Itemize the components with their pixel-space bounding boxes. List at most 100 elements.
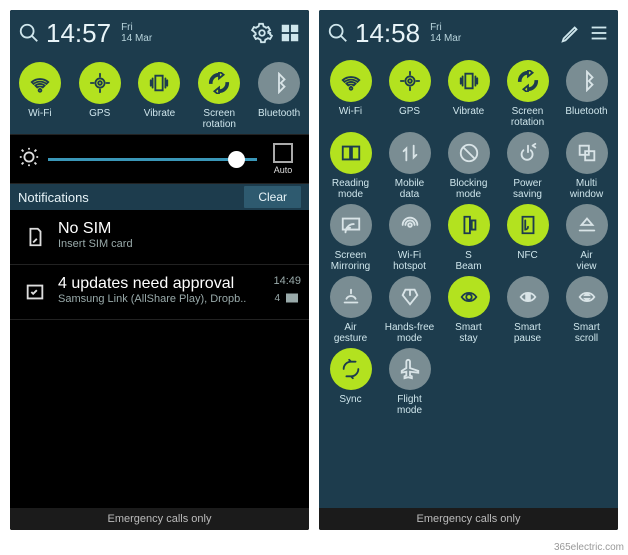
toggle-airview[interactable]: Airview (557, 204, 616, 272)
toggle-smartscroll[interactable]: Smartscroll (557, 276, 616, 344)
notification-item[interactable]: No SIM Insert SIM card (10, 210, 309, 265)
toggle-rotate[interactable]: Screenrotation (190, 62, 248, 130)
toggle-reading[interactable]: Readingmode (321, 132, 380, 200)
toggle-sbeam[interactable]: SBeam (439, 204, 498, 272)
quick-toggle-grid: Wi-Fi GPS Vibrate Screenrotation Bluetoo… (319, 56, 618, 420)
gear-icon[interactable] (251, 22, 273, 44)
gps-icon[interactable] (79, 62, 121, 104)
gps-icon[interactable] (389, 60, 431, 102)
vibrate-icon[interactable] (138, 62, 180, 104)
notification-subtitle: Samsung Link (AllShare Play), Dropb.. (58, 293, 273, 305)
toggle-flight[interactable]: Flightmode (380, 348, 439, 416)
toggle-smartstay[interactable]: Smartstay (439, 276, 498, 344)
airview-icon[interactable] (566, 204, 608, 246)
notification-panel-expanded: 14:58 Fri14 Mar Wi-Fi GPS Vibrate Screen… (319, 10, 618, 530)
mirroring-icon[interactable] (330, 204, 372, 246)
toggle-label: Readingmode (332, 178, 369, 200)
toggle-label: ScreenMirroring (331, 250, 370, 272)
toggle-label: Bluetooth (565, 106, 607, 128)
toggle-label: Wi-Fi (339, 106, 362, 128)
toggle-label: Blockingmode (450, 178, 488, 200)
sync-icon[interactable] (330, 348, 372, 390)
reading-icon[interactable] (330, 132, 372, 174)
clock-date: Fri14 Mar (121, 22, 152, 44)
blocking-icon[interactable] (448, 132, 490, 174)
handsfree-icon[interactable] (389, 276, 431, 318)
toggle-mirroring[interactable]: ScreenMirroring (321, 204, 380, 272)
toggle-label: Smartscroll (573, 322, 600, 344)
notification-item[interactable]: 4 updates need approval Samsung Link (Al… (10, 265, 309, 320)
brightness-thumb[interactable] (228, 151, 245, 168)
toggle-label: Multiwindow (570, 178, 603, 200)
toggle-bluetooth[interactable]: Bluetooth (250, 62, 308, 130)
rotate-icon[interactable] (198, 62, 240, 104)
sim-icon (18, 220, 52, 254)
bluetooth-icon[interactable] (566, 60, 608, 102)
toggle-label: Vibrate (453, 106, 485, 128)
toggle-bluetooth[interactable]: Bluetooth (557, 60, 616, 128)
toggle-airgesture[interactable]: Airgesture (321, 276, 380, 344)
toggle-smartpause[interactable]: Smartpause (498, 276, 557, 344)
clock-time: 14:58 (355, 18, 420, 49)
quick-toggle-row: Wi-Fi GPS Vibrate Screenrotation Bluetoo… (10, 56, 309, 134)
toggle-label: Smartpause (514, 322, 541, 344)
updates-icon (18, 275, 52, 309)
wifi-icon[interactable] (19, 62, 61, 104)
nfc-icon[interactable] (507, 204, 549, 246)
wifi-icon[interactable] (330, 60, 372, 102)
footer-right: Emergency calls only (319, 508, 618, 530)
multiwindow-icon[interactable] (566, 132, 608, 174)
toggle-label: Wi-Fi (28, 108, 51, 130)
search-icon[interactable] (18, 22, 40, 44)
notification-title: No SIM (58, 220, 301, 238)
smartscroll-icon[interactable] (566, 276, 608, 318)
more-icon[interactable] (588, 22, 610, 44)
smartpause-icon[interactable] (507, 276, 549, 318)
toggle-wifi[interactable]: Wi-Fi (11, 62, 69, 130)
sbeam-icon[interactable] (448, 204, 490, 246)
notification-subtitle: Insert SIM card (58, 238, 301, 250)
auto-brightness-checkbox[interactable] (273, 143, 293, 163)
toggle-label: NFC (517, 250, 538, 272)
notifications-title: Notifications (18, 190, 244, 205)
notification-panel-collapsed: 14:57 Fri14 Mar Wi-Fi GPS Vibrate Screen… (10, 10, 309, 530)
toggle-nfc[interactable]: NFC (498, 204, 557, 272)
toggle-label: SBeam (455, 250, 481, 272)
toggle-wifi[interactable]: Wi-Fi (321, 60, 380, 128)
pencil-icon[interactable] (560, 22, 582, 44)
rotate-icon[interactable] (507, 60, 549, 102)
brightness-slider[interactable] (48, 158, 257, 161)
clear-button[interactable]: Clear (244, 186, 301, 208)
toggle-label: Screenrotation (203, 108, 236, 130)
toggle-vibrate[interactable]: Vibrate (130, 62, 188, 130)
status-bar-right: 14:58 Fri14 Mar (319, 10, 618, 56)
toggle-power[interactable]: Powersaving (498, 132, 557, 200)
hotspot-icon[interactable] (389, 204, 431, 246)
toggle-sync[interactable]: Sync (321, 348, 380, 416)
flight-icon[interactable] (389, 348, 431, 390)
toggle-rotate[interactable]: Screenrotation (498, 60, 557, 128)
toggle-multiwindow[interactable]: Multiwindow (557, 132, 616, 200)
toggle-label: Wi-Fihotspot (393, 250, 426, 272)
bluetooth-icon[interactable] (258, 62, 300, 104)
toggle-vibrate[interactable]: Vibrate (439, 60, 498, 128)
smartstay-icon[interactable] (448, 276, 490, 318)
power-icon[interactable] (507, 132, 549, 174)
vibrate-icon[interactable] (448, 60, 490, 102)
toggle-blocking[interactable]: Blockingmode (439, 132, 498, 200)
toggle-gps[interactable]: GPS (380, 60, 439, 128)
search-icon[interactable] (327, 22, 349, 44)
toggle-hotspot[interactable]: Wi-Fihotspot (380, 204, 439, 272)
toggle-label: Airview (576, 250, 596, 272)
toggle-handsfree[interactable]: Hands-freemode (380, 276, 439, 344)
toggle-label: Smartstay (455, 322, 482, 344)
toggle-label: Screenrotation (511, 106, 544, 128)
grid-icon[interactable] (279, 22, 301, 44)
mobiledata-icon[interactable] (389, 132, 431, 174)
toggle-mobiledata[interactable]: Mobiledata (380, 132, 439, 200)
toggle-label: Powersaving (513, 178, 542, 200)
watermark: 365electric.com (554, 542, 624, 553)
airgesture-icon[interactable] (330, 276, 372, 318)
status-bar-left: 14:57 Fri14 Mar (10, 10, 309, 56)
toggle-gps[interactable]: GPS (71, 62, 129, 130)
